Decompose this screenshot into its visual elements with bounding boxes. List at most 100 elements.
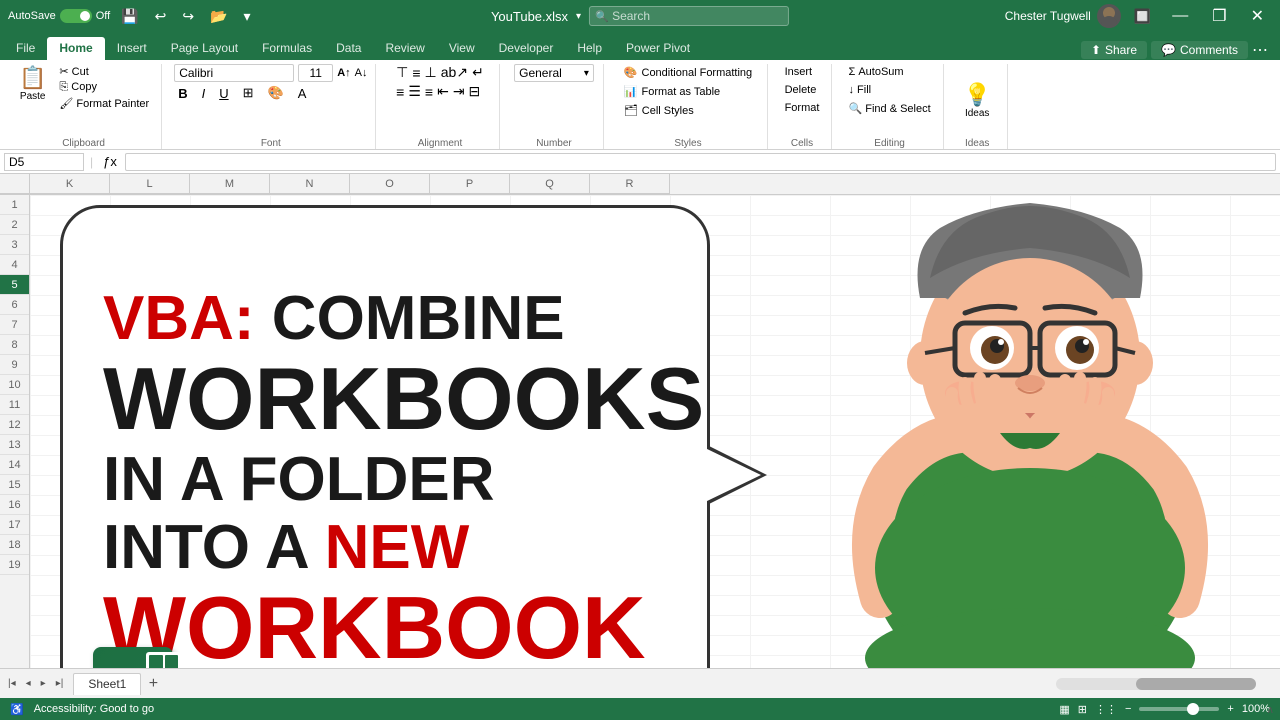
grid-area: 1 2 3 4 5 6 7 8 9 10 11 12 13 14 15 16 1… <box>0 195 1280 668</box>
number-format-selector[interactable]: General ▾ <box>514 64 594 82</box>
ribbon-more-icon[interactable]: ⋯ <box>1252 40 1268 60</box>
fill-button[interactable]: ↓ Fill <box>844 82 875 98</box>
col-header-l[interactable]: L <box>110 174 190 194</box>
align-right-button[interactable]: ≡ <box>425 84 433 100</box>
align-middle-button[interactable]: ≡ <box>412 65 420 81</box>
comments-button[interactable]: 💬 Comments <box>1151 41 1248 59</box>
minimize-button[interactable]: — <box>1164 5 1196 27</box>
row-5: 5 <box>0 275 29 295</box>
fill-color-button[interactable]: 🎨 <box>264 84 288 102</box>
cell-styles-button[interactable]: 🗂 Cell Styles <box>618 102 700 119</box>
formula-functions-button[interactable]: ƒx <box>99 154 121 169</box>
formula-input[interactable] <box>125 153 1276 171</box>
ribbon-display-icon[interactable]: 🔲 <box>1129 6 1156 27</box>
name-box[interactable] <box>4 153 84 171</box>
view-normal-icon[interactable]: ▦ <box>1059 703 1069 716</box>
scroll-first-sheet[interactable]: |◂ <box>4 676 20 691</box>
bold-button[interactable]: B <box>174 85 191 102</box>
view-layout-icon[interactable]: ⊞ <box>1078 703 1087 716</box>
format-painter-button[interactable]: 🖌 Format Painter <box>55 96 153 111</box>
row-9: 9 <box>0 355 29 375</box>
orientation-button[interactable]: ab↗ <box>441 64 468 81</box>
ideas-button[interactable]: 💡 Ideas <box>958 79 995 122</box>
filename: YouTube.xlsx <box>491 9 568 24</box>
find-select-button[interactable]: 🔍 Find & Select <box>844 100 934 117</box>
row-12: 12 <box>0 415 29 435</box>
delete-cells-button[interactable]: Delete <box>781 82 821 98</box>
align-left-button[interactable]: ≡ <box>396 84 404 100</box>
zoom-out-button[interactable]: − <box>1125 703 1131 715</box>
align-bottom-button[interactable]: ⊥ <box>425 64 437 81</box>
search-input[interactable] <box>589 6 789 26</box>
tab-review[interactable]: Review <box>373 37 436 60</box>
col-header-k[interactable]: K <box>30 174 110 194</box>
status-bar: ♿ Accessibility: Good to go ▦ ⊞ ⋮⋮ − + 1… <box>0 698 1280 720</box>
col-header-p[interactable]: P <box>430 174 510 194</box>
row-14: 14 <box>0 455 29 475</box>
underline-button[interactable]: U <box>215 85 232 102</box>
add-sheet-button[interactable]: + <box>143 674 163 694</box>
tab-view[interactable]: View <box>437 37 487 60</box>
tab-help[interactable]: Help <box>565 37 614 60</box>
ideas-group-label: Ideas <box>965 138 989 149</box>
align-center-button[interactable]: ☰ <box>408 83 421 100</box>
collapse-ribbon-button[interactable]: ∧ <box>1267 705 1274 716</box>
open-icon[interactable]: 📂 <box>205 6 232 27</box>
col-header-q[interactable]: Q <box>510 174 590 194</box>
tab-developer[interactable]: Developer <box>487 37 566 60</box>
conditional-formatting-button[interactable]: 🎨 Conditional Formatting <box>618 64 758 81</box>
save-icon[interactable]: 💾 <box>116 6 143 27</box>
number-format-dropdown-icon[interactable]: ▾ <box>584 68 589 79</box>
col-header-m[interactable]: M <box>190 174 270 194</box>
tab-power-pivot[interactable]: Power Pivot <box>614 37 702 60</box>
zoom-in-button[interactable]: + <box>1227 703 1233 715</box>
share-button[interactable]: ⬆ Share <box>1081 41 1147 59</box>
font-color-button[interactable]: A <box>294 85 311 102</box>
autosum-button[interactable]: Σ AutoSum <box>844 64 907 80</box>
decrease-indent-button[interactable]: ⇤ <box>437 83 449 100</box>
insert-cells-button[interactable]: Insert <box>781 64 817 80</box>
wrap-text-button[interactable]: ↵ <box>472 64 484 81</box>
more-commands-icon[interactable]: ▾ <box>239 6 256 27</box>
tab-page-layout[interactable]: Page Layout <box>159 37 250 60</box>
restore-button[interactable]: ❐ <box>1204 4 1234 28</box>
tab-home[interactable]: Home <box>47 37 104 60</box>
format-cells-button[interactable]: Format <box>781 100 824 116</box>
font-size-selector[interactable]: 11 <box>298 64 333 82</box>
horizontal-scrollbar[interactable] <box>1056 678 1256 690</box>
tab-insert[interactable]: Insert <box>105 37 159 60</box>
merge-center-button[interactable]: ⊟ <box>469 83 481 100</box>
zoom-thumb <box>1187 703 1199 715</box>
sheet-tab-sheet1[interactable]: Sheet1 <box>73 673 141 695</box>
scroll-prev-sheet[interactable]: ◂ <box>22 676 35 691</box>
scroll-last-sheet[interactable]: ▸| <box>52 676 68 691</box>
paste-button[interactable]: 📋 Paste <box>14 64 51 105</box>
undo-icon[interactable]: ↩ <box>150 6 172 27</box>
autosave-switch[interactable] <box>60 9 92 23</box>
format-as-table-button[interactable]: 📊 Format as Table <box>618 83 726 100</box>
cut-button[interactable]: ✂ Cut <box>55 64 153 79</box>
filename-dropdown-icon[interactable]: ▾ <box>576 11 581 22</box>
italic-button[interactable]: I <box>198 85 210 102</box>
col-header-o[interactable]: O <box>350 174 430 194</box>
copy-button[interactable]: ⎘ Copy <box>55 80 153 95</box>
scroll-next-sheet[interactable]: ▸ <box>37 676 50 691</box>
autosave-toggle[interactable]: AutoSave Off <box>8 9 110 23</box>
redo-icon[interactable]: ↪ <box>177 6 199 27</box>
view-pagebreak-icon[interactable]: ⋮⋮ <box>1095 703 1117 716</box>
align-top-button[interactable]: ⊤ <box>396 64 408 81</box>
increase-indent-button[interactable]: ⇥ <box>453 83 465 100</box>
font-size-decrease-button[interactable]: A↓ <box>355 67 368 79</box>
col-header-r[interactable]: R <box>590 174 670 194</box>
main-content-area: VBA: COMBINE WORKBOOKS IN A FOLDER INTO … <box>30 195 1280 668</box>
tab-data[interactable]: Data <box>324 37 373 60</box>
tab-formulas[interactable]: Formulas <box>250 37 324 60</box>
tab-file[interactable]: File <box>4 37 47 60</box>
col-header-n[interactable]: N <box>270 174 350 194</box>
close-button[interactable]: ✕ <box>1243 4 1272 28</box>
font-family-selector[interactable]: Calibri <box>174 64 294 82</box>
font-size-increase-button[interactable]: A↑ <box>337 67 350 79</box>
zoom-slider[interactable] <box>1139 707 1219 711</box>
bubble-combine-text: COMBINE <box>272 284 565 353</box>
border-button[interactable]: ⊞ <box>239 84 258 102</box>
